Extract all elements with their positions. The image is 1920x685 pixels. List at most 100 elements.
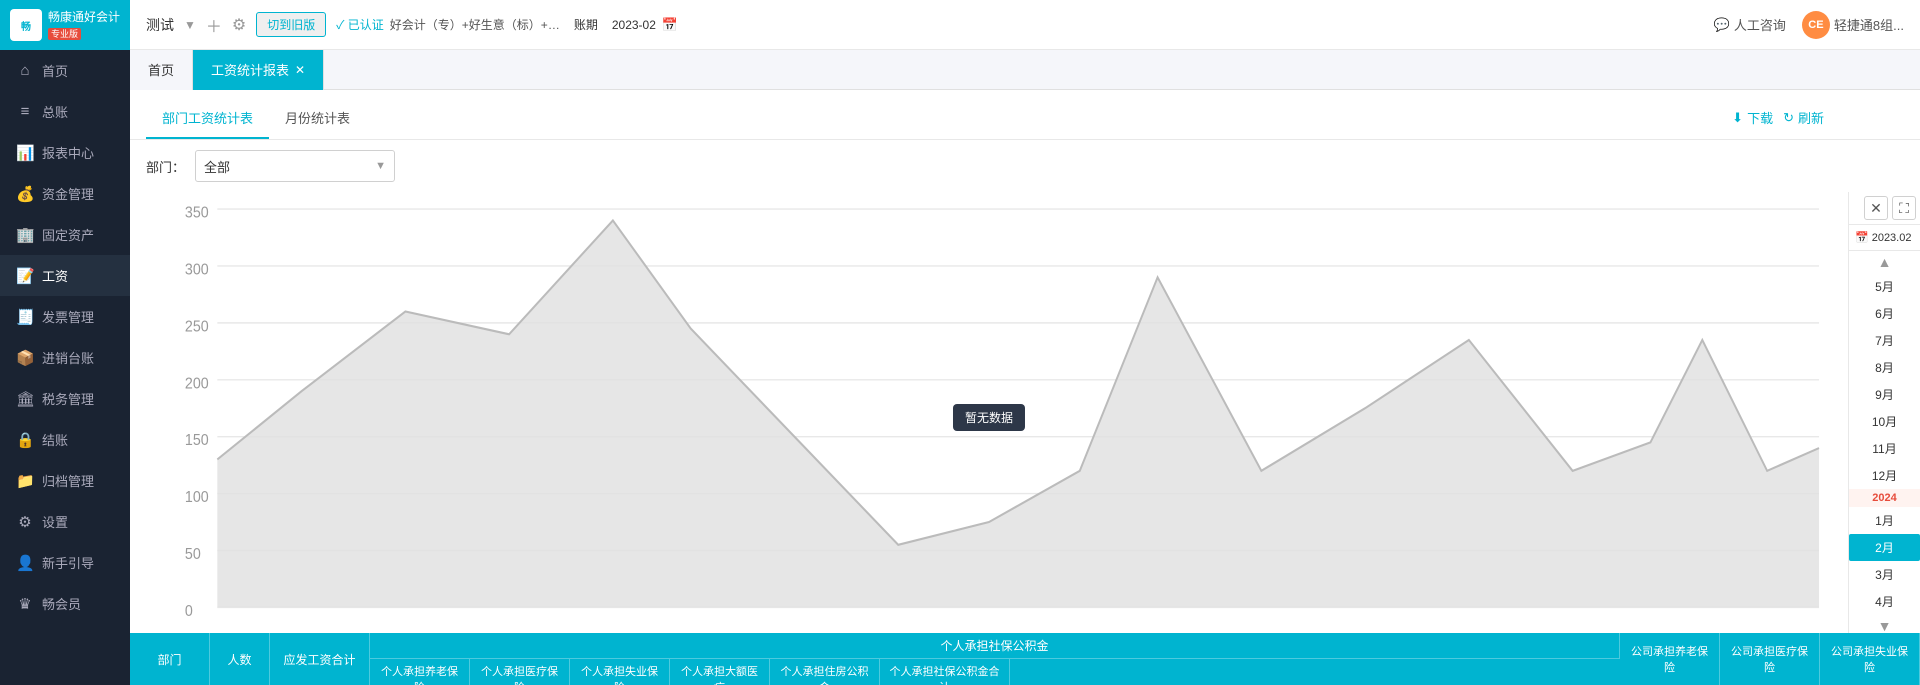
date-nav-down-button[interactable]: ▼ (1849, 615, 1920, 633)
y-label-250: 250 (185, 318, 209, 336)
ledger-icon: ≡ (16, 103, 34, 120)
download-button[interactable]: ⬇ 下载 (1732, 108, 1773, 127)
th-personal-medical: 个人承担医疗保险 (470, 659, 570, 685)
sidebar-item-assets[interactable]: 🏢 固定资产 (0, 214, 130, 255)
user-menu[interactable]: CE 轻捷通8组... (1802, 11, 1904, 39)
y-label-200: 200 (185, 375, 209, 393)
tax-icon: 🏛 (16, 390, 34, 408)
sidebar-item-newbie[interactable]: 👤 新手引导 (0, 542, 130, 583)
reports-icon: 📊 (16, 144, 34, 162)
tab-salary-label: 工资统计报表 (211, 60, 289, 79)
date-month-8[interactable]: 8月 (1849, 354, 1920, 381)
sidebar-logo: 畅 畅康通好会计 专业版 (0, 0, 130, 50)
sidebar: 畅 畅康通好会计 专业版 ⌂ 首页 ≡ 总账 📊 报表中心 💰 资金管理 🏢 固… (0, 0, 130, 685)
assets-icon: 🏢 (16, 226, 34, 244)
consult-icon: 💬 (1714, 17, 1730, 33)
project-name: 测试 (146, 15, 174, 35)
topbar: 测试 ▼ ＋ ⚙ 切到旧版 ✓ 已认证 好会计（专）+好生意（标）+… 账期 2… (130, 0, 1920, 50)
refresh-icon: ↻ (1783, 110, 1794, 126)
y-label-100: 100 (185, 489, 209, 507)
tab-close-icon[interactable]: ✕ (295, 63, 305, 77)
date-month-11[interactable]: 11月 (1849, 435, 1920, 462)
th-personal-unemployment: 个人承担失业保险 (570, 659, 670, 685)
date-value: 2023.02 (1872, 232, 1914, 244)
th-personal-total: 个人承担社保公积金合计 (880, 659, 1010, 685)
th-total-salary: 应发工资合计 (270, 633, 370, 685)
topbar-add-button[interactable]: ＋ (206, 13, 222, 37)
download-icon: ⬇ (1732, 110, 1743, 126)
sidebar-label-funds: 资金管理 (42, 184, 94, 203)
date-month-1[interactable]: 1月 (1849, 507, 1920, 534)
sidebar-item-reports[interactable]: 📊 报表中心 (0, 132, 130, 173)
subtab-dept[interactable]: 部门工资统计表 (146, 102, 269, 139)
calendar-small-icon: 📅 (1855, 231, 1869, 244)
topbar-tags: 好会计（专）+好生意（标）+… (390, 16, 560, 33)
calendar-icon[interactable]: 📅 (662, 17, 678, 33)
user-label: 轻捷通8组... (1834, 15, 1904, 34)
avatar: CE (1802, 11, 1830, 39)
sidebar-item-member[interactable]: ♛ 畅会员 (0, 583, 130, 624)
archive-icon: 📁 (16, 472, 34, 490)
th-company-pension: 公司承担养老保险 (1620, 633, 1720, 685)
sidebar-item-funds[interactable]: 💰 资金管理 (0, 173, 130, 214)
sidebar-item-salary[interactable]: 📝 工资 (0, 255, 130, 296)
dept-select[interactable]: 全部 ▼ (195, 150, 395, 182)
date-month-7[interactable]: 7月 (1849, 327, 1920, 354)
toolbar-actions: ⬇ 下载 ↻ 刷新 (1732, 102, 1824, 139)
tab-home-label: 首页 (148, 60, 174, 79)
subtabs: 部门工资统计表 月份统计表 ⬇ 下载 ↻ 刷新 (130, 90, 1920, 140)
old-version-button[interactable]: 切到旧版 (256, 12, 326, 37)
chart-wrapper: 350 300 250 200 150 100 50 0 (130, 192, 1920, 633)
sidebar-item-close[interactable]: 🔒 结账 (0, 419, 130, 460)
sidebar-label-purchases: 进销台账 (42, 348, 94, 367)
th-company-medical: 公司承担医疗保险 (1720, 633, 1820, 685)
sidebar-item-settings[interactable]: ⚙ 设置 (0, 501, 130, 542)
th-count: 人数 (210, 633, 270, 685)
dept-label: 部门： (146, 157, 185, 176)
date-year-2024[interactable]: 2024 (1849, 489, 1920, 507)
date-month-5[interactable]: 5月 (1849, 273, 1920, 300)
close-panel-button[interactable]: ✕ (1864, 196, 1888, 220)
date-month-9[interactable]: 9月 (1849, 381, 1920, 408)
consult-button[interactable]: 💬 人工咨询 (1714, 15, 1786, 34)
th-company-unemployment: 公司承担失业保险 (1820, 633, 1920, 685)
date-nav-up-button[interactable]: ▲ (1849, 251, 1920, 273)
sidebar-label-salary: 工资 (42, 266, 68, 285)
purchases-icon: 📦 (16, 349, 34, 367)
tabbar: 首页 工资统计报表 ✕ (130, 50, 1920, 90)
sidebar-item-home[interactable]: ⌂ 首页 (0, 50, 130, 91)
expand-panel-button[interactable]: ⛶ (1892, 196, 1916, 220)
tab-salary-report[interactable]: 工资统计报表 ✕ (193, 50, 324, 90)
date-month-2[interactable]: 2月 (1849, 534, 1920, 561)
tab-home[interactable]: 首页 (130, 50, 193, 90)
th-group-personal: 个人承担社保公积金 个人承担养老保险 个人承担医疗保险 个人承担失业保险 个人承… (370, 633, 1620, 685)
refresh-button[interactable]: ↻ 刷新 (1783, 108, 1824, 127)
date-display: 📅 2023.02 (1849, 225, 1920, 251)
th-personal-pension: 个人承担养老保险 (370, 659, 470, 685)
funds-icon: 💰 (16, 185, 34, 203)
date-month-6[interactable]: 6月 (1849, 300, 1920, 327)
date-month-10[interactable]: 10月 (1849, 408, 1920, 435)
date-sidebar-controls: ✕ ⛶ (1849, 192, 1920, 225)
date-month-12[interactable]: 12月 (1849, 462, 1920, 489)
th-dept: 部门 (130, 633, 210, 685)
sidebar-item-invoice[interactable]: 🧾 发票管理 (0, 296, 130, 337)
date-month-3[interactable]: 3月 (1849, 561, 1920, 588)
sidebar-item-archive[interactable]: 📁 归档管理 (0, 460, 130, 501)
home-icon: ⌂ (16, 62, 34, 79)
subtab-monthly[interactable]: 月份统计表 (269, 102, 366, 139)
sidebar-item-tax[interactable]: 🏛 税务管理 (0, 378, 130, 419)
date-month-4[interactable]: 4月 (1849, 588, 1920, 615)
member-icon: ♛ (16, 595, 34, 613)
date-sidebar: ✕ ⛶ 📅 2023.02 ▲ 5月 6月 7月 8月 9月 10月 11月 1… (1848, 192, 1920, 633)
th-group-personal-cols: 个人承担养老保险 个人承担医疗保险 个人承担失业保险 个人承担大额医疗 个人承担… (370, 659, 1620, 685)
chart-tooltip: 暂无数据 (953, 404, 1025, 431)
topbar-gear-icon[interactable]: ⚙ (232, 15, 246, 35)
th-personal-housing: 个人承担住房公积金 (770, 659, 880, 685)
sidebar-item-ledger[interactable]: ≡ 总账 (0, 91, 130, 132)
topbar-dropdown-icon[interactable]: ▼ (184, 18, 196, 32)
content-area: 部门工资统计表 月份统计表 ⬇ 下载 ↻ 刷新 部门： 全部 (130, 90, 1920, 685)
app-name: 畅康通好会计 (48, 10, 120, 26)
logo-icon: 畅 (10, 9, 42, 41)
sidebar-item-purchases[interactable]: 📦 进销台账 (0, 337, 130, 378)
